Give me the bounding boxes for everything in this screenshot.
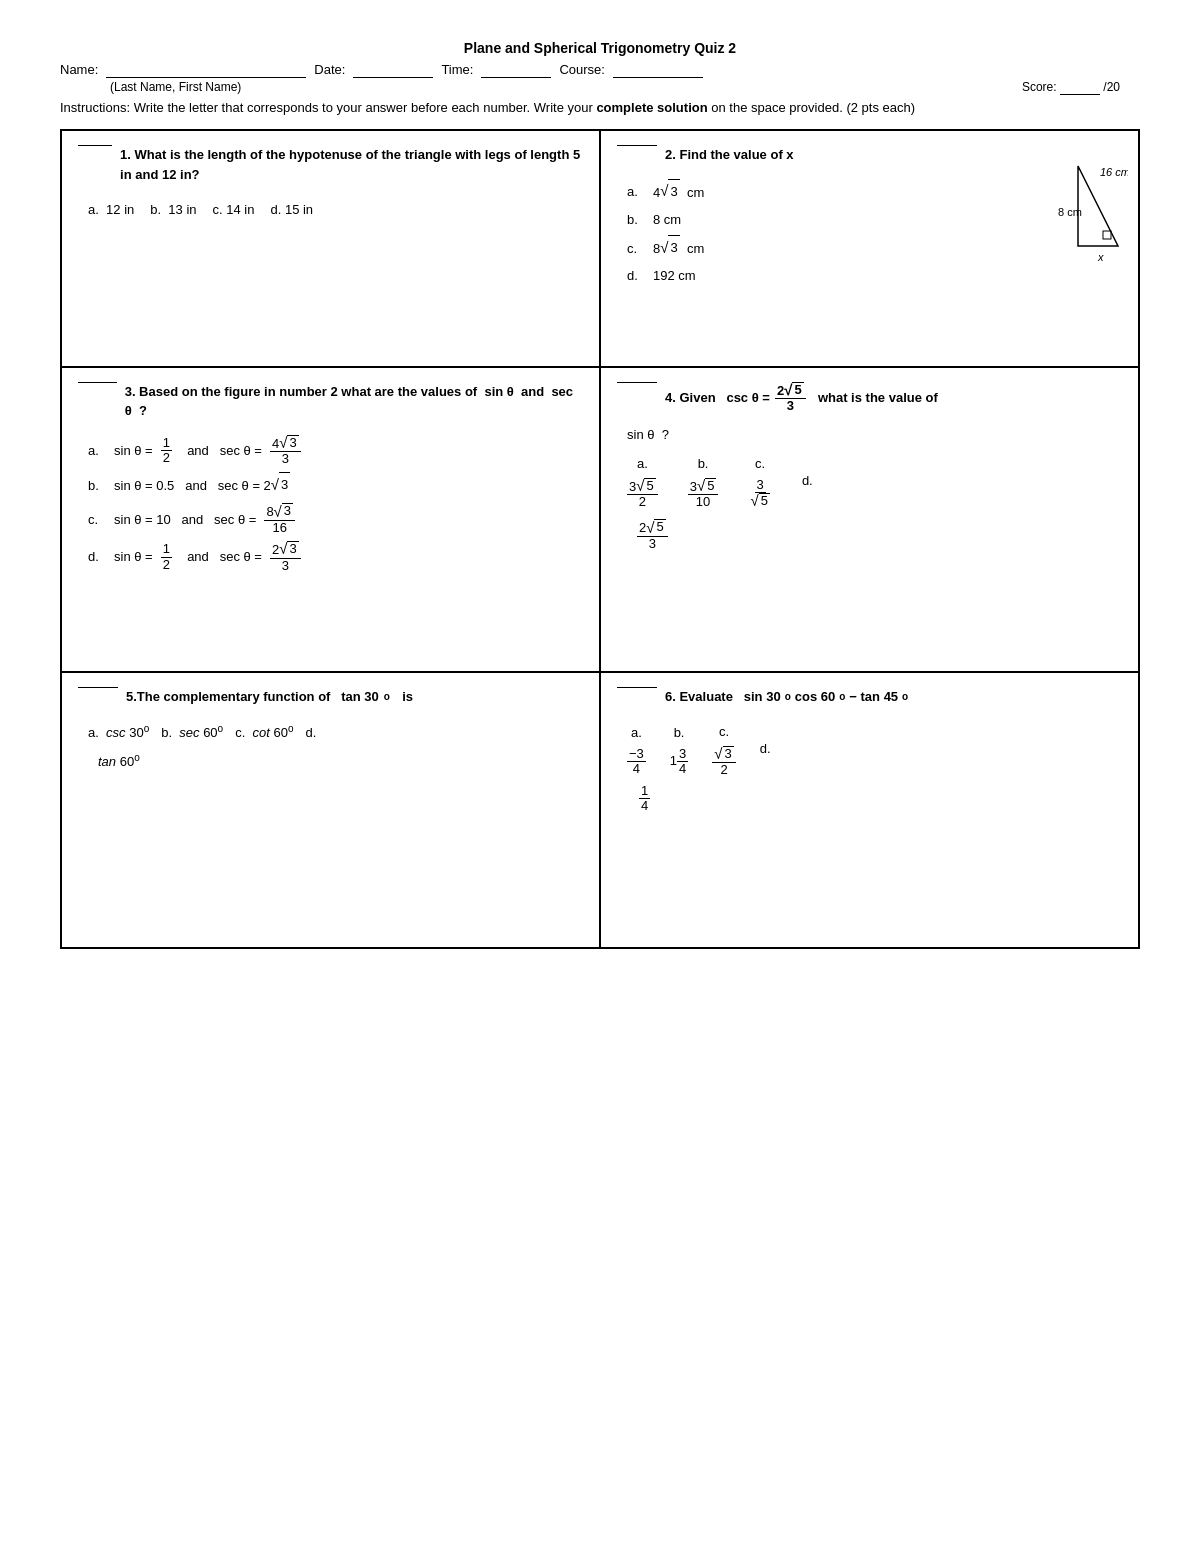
instructions: Instructions: Write the letter that corr… [60, 99, 1140, 117]
q4-choices: a. 3√52 b. 3√510 c. 3√5 d. 2√53 [627, 452, 1122, 551]
name-label: Name: [60, 62, 98, 77]
page-title: Plane and Spherical Trigonometry Quiz 2 [60, 40, 1140, 56]
name-hint: (Last Name, First Name) [110, 80, 241, 95]
q2-text: 2. Find the value of x [665, 145, 794, 165]
question-6-cell: 6. Evaluate sin 30o cos 60o − tan 45o a.… [600, 672, 1139, 948]
q3-text: 3. Based on the figure in number 2 what … [125, 382, 583, 421]
question-3-cell: 3. Based on the figure in number 2 what … [61, 367, 600, 672]
q6-text: 6. Evaluate sin 30o cos 60o − tan 45o [665, 687, 908, 707]
course-label: Course: [559, 62, 605, 77]
score-label: Score: /20 [1022, 80, 1120, 95]
svg-text:16 cm: 16 cm [1100, 166, 1128, 178]
time-label: Time: [441, 62, 473, 77]
q6-choices: a. −34 b. 134 c. √32 d. 14 [627, 720, 1122, 813]
q1-text: 1. What is the length of the hypotenuse … [120, 145, 583, 184]
q3-choices: a. sin θ = 12 and sec θ = 4√33 b. sin θ … [88, 435, 583, 573]
q1-choices: a. 12 in b. 13 in c. 14 in d. 15 in [88, 198, 583, 221]
q4-text: 4. Given csc θ = 2√53 what is the value … [665, 382, 938, 414]
question-5-cell: 5.The complementary function of tan 30o … [61, 672, 600, 948]
question-4-cell: 4. Given csc θ = 2√53 what is the value … [600, 367, 1139, 672]
question-1-cell: 1. What is the length of the hypotenuse … [61, 130, 600, 366]
q2-choices: a. 4√3 cm b. 8 cm c. 8√3 cm d. 192 cm [627, 179, 1122, 288]
quiz-grid: 1. What is the length of the hypotenuse … [60, 129, 1140, 949]
q5-text: 5.The complementary function of tan 30o … [126, 687, 413, 707]
question-2-cell: 2. Find the value of x a. 4√3 cm b. 8 cm… [600, 130, 1139, 366]
date-label: Date: [314, 62, 345, 77]
q5-choices: a. csc 30o b. sec 60o c. cot 60o d. tan … [88, 720, 583, 773]
